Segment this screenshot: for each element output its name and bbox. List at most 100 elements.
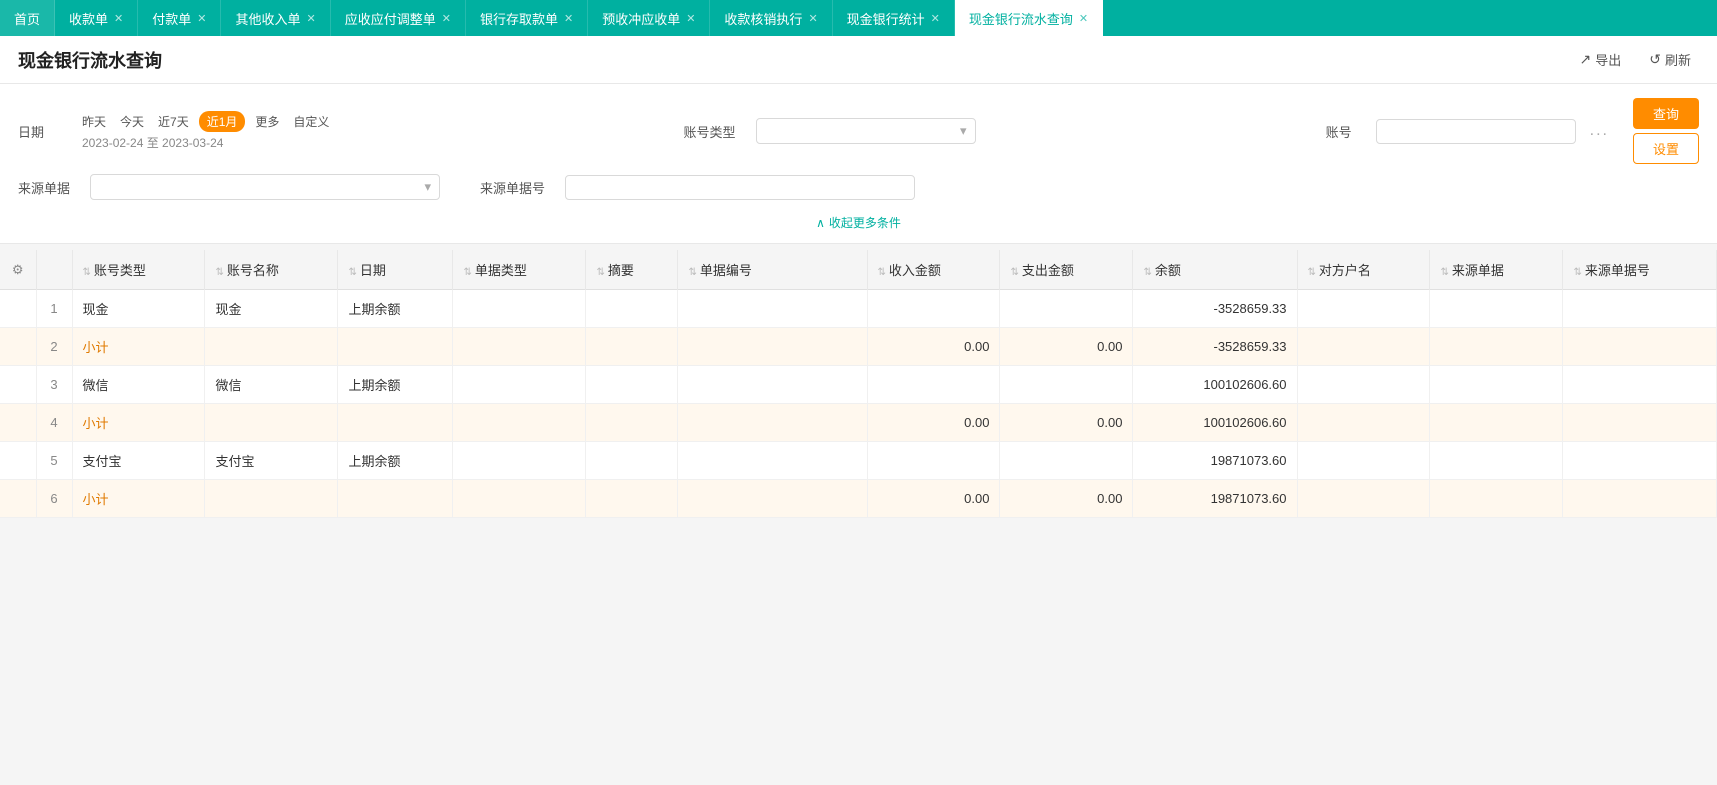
cell-account-name — [205, 328, 338, 366]
sort-icon: ⇅ — [596, 267, 604, 278]
cell-doc-type — [453, 328, 586, 366]
cell-doc-no — [678, 404, 867, 442]
collapse-bar[interactable]: ∧ 收起更多条件 — [18, 210, 1699, 235]
cell-counterpart — [1297, 328, 1430, 366]
cell-balance: -3528659.33 — [1133, 328, 1297, 366]
col-header-expense[interactable]: ⇅支出金额 — [1000, 250, 1133, 290]
settings-button[interactable]: 设置 — [1633, 133, 1699, 164]
nav-close-icon[interactable]: ✕ — [808, 12, 817, 25]
sort-icon: ⇅ — [1143, 267, 1151, 278]
refresh-icon: ↺ — [1649, 51, 1661, 68]
cell-doc-type — [453, 480, 586, 518]
nav-item-home[interactable]: 首页 — [0, 0, 55, 36]
row-gear-cell — [0, 290, 36, 328]
row-gear-cell — [0, 366, 36, 404]
export-icon: ↗ — [1580, 51, 1592, 68]
row-number: 3 — [36, 366, 72, 404]
account-label: 账号 — [1326, 122, 1366, 141]
cell-balance: 19871073.60 — [1133, 480, 1297, 518]
cell-balance: 19871073.60 — [1133, 442, 1297, 480]
nav-label: 收款核销执行 — [724, 9, 802, 28]
nav-close-icon[interactable]: ✕ — [197, 12, 206, 25]
cell-summary — [586, 404, 678, 442]
col-header-account_type[interactable]: ⇅账号类型 — [72, 250, 205, 290]
cell-summary — [586, 480, 678, 518]
table-wrap: ⚙ ⇅账号类型⇅账号名称⇅日期⇅单据类型⇅摘要⇅单据编号⇅收入金额⇅支出金额⇅余额… — [0, 250, 1717, 518]
cell-balance: 100102606.60 — [1133, 404, 1297, 442]
nav-label: 付款单 — [152, 9, 191, 28]
cell-doc-no — [678, 290, 867, 328]
nav-item-verify[interactable]: 收款核销执行 ✕ — [710, 0, 832, 36]
nav-close-icon[interactable]: ✕ — [931, 12, 940, 25]
nav-close-icon[interactable]: ✕ — [1079, 12, 1088, 25]
cell-account-name: 支付宝 — [205, 442, 338, 480]
nav-item-receipt[interactable]: 收款单 ✕ — [55, 0, 138, 36]
col-header-doc_no[interactable]: ⇅单据编号 — [678, 250, 867, 290]
nav-label: 收款单 — [69, 9, 108, 28]
col-header-account_name[interactable]: ⇅账号名称 — [205, 250, 338, 290]
date-btn-自定义[interactable]: 自定义 — [289, 111, 333, 132]
col-header-income[interactable]: ⇅收入金额 — [867, 250, 1000, 290]
date-btn-昨天[interactable]: 昨天 — [78, 111, 110, 132]
cell-date: 上期余额 — [338, 442, 453, 480]
nav-label: 首页 — [14, 9, 40, 28]
page-title: 现金银行流水查询 — [18, 47, 162, 73]
nav-close-icon[interactable]: ✕ — [307, 12, 316, 25]
nav-label: 预收冲应收单 — [602, 9, 680, 28]
cell-income — [867, 366, 1000, 404]
date-btn-近7天[interactable]: 近7天 — [154, 111, 193, 132]
cell-expense — [1000, 290, 1133, 328]
account-type-select[interactable]: ▾ — [756, 118, 976, 144]
date-btn-今天[interactable]: 今天 — [116, 111, 148, 132]
cell-doc-no — [678, 480, 867, 518]
row-number: 5 — [36, 442, 72, 480]
col-header-counterpart[interactable]: ⇅对方户名 — [1297, 250, 1430, 290]
export-button[interactable]: ↗ 导出 — [1572, 46, 1630, 73]
col-header-balance[interactable]: ⇅余额 — [1133, 250, 1297, 290]
source-doc-label: 来源单据 — [18, 178, 70, 197]
cell-account-type: 支付宝 — [72, 442, 205, 480]
sort-icon: ⇅ — [463, 267, 471, 278]
nav-item-payment[interactable]: 付款单 ✕ — [138, 0, 221, 36]
col-header-date[interactable]: ⇅日期 — [338, 250, 453, 290]
col-header-summary[interactable]: ⇅摘要 — [586, 250, 678, 290]
table-row: 5支付宝支付宝上期余额19871073.60 — [0, 442, 1717, 480]
more-dots[interactable]: ... — [1586, 122, 1613, 140]
gear-icon[interactable]: ⚙ — [10, 262, 26, 278]
sort-icon: ⇅ — [878, 267, 886, 278]
nav-close-icon[interactable]: ✕ — [564, 12, 573, 25]
cell-balance: 100102606.60 — [1133, 366, 1297, 404]
row-number: 2 — [36, 328, 72, 366]
nav-item-other-income[interactable]: 其他收入单✕ — [221, 0, 330, 36]
cell-account-type: 现金 — [72, 290, 205, 328]
nav-item-pre-receipt[interactable]: 预收冲应收单 ✕ — [588, 0, 710, 36]
col-header-doc_type[interactable]: ⇅单据类型 — [453, 250, 586, 290]
col-header-row_num — [36, 250, 72, 290]
account-input[interactable] — [1376, 119, 1576, 144]
cell-doc-type — [453, 442, 586, 480]
sort-icon: ⇅ — [1573, 267, 1581, 278]
cell-doc-no — [678, 328, 867, 366]
col-header-source_doc[interactable]: ⇅来源单据 — [1430, 250, 1563, 290]
date-btn-更多[interactable]: 更多 — [251, 111, 283, 132]
col-header-source_doc_no[interactable]: ⇅来源单据号 — [1563, 250, 1717, 290]
query-button[interactable]: 查询 — [1633, 98, 1699, 129]
nav-close-icon[interactable]: ✕ — [442, 12, 451, 25]
source-doc-select[interactable]: ▾ — [90, 174, 440, 200]
nav-close-icon[interactable]: ✕ — [686, 12, 695, 25]
cell-doc-no — [678, 366, 867, 404]
date-btn-近1月[interactable]: 近1月 — [199, 111, 246, 132]
nav-close-icon[interactable]: ✕ — [114, 12, 123, 25]
nav-item-bank-deposit[interactable]: 银行存取款单✕ — [466, 0, 588, 36]
nav-item-adjustment[interactable]: 应收应付调整单 ✕ — [331, 0, 466, 36]
refresh-button[interactable]: ↺ 刷新 — [1641, 46, 1699, 73]
nav-label: 应收应付调整单 — [345, 9, 436, 28]
filter-row-source: 来源单据 ▾ 来源单据号 — [18, 174, 1699, 200]
nav-item-cash-flow[interactable]: 现金银行流水查询✕ — [955, 0, 1103, 36]
filter-area: 日期 昨天今天近7天近1月更多自定义 2023-02-24 至 2023-03-… — [0, 84, 1717, 244]
cell-counterpart — [1297, 480, 1430, 518]
nav-item-cash-stat[interactable]: 现金银行统计✕ — [833, 0, 955, 36]
cell-counterpart — [1297, 366, 1430, 404]
source-doc-no-input[interactable] — [565, 175, 915, 200]
row-number: 6 — [36, 480, 72, 518]
